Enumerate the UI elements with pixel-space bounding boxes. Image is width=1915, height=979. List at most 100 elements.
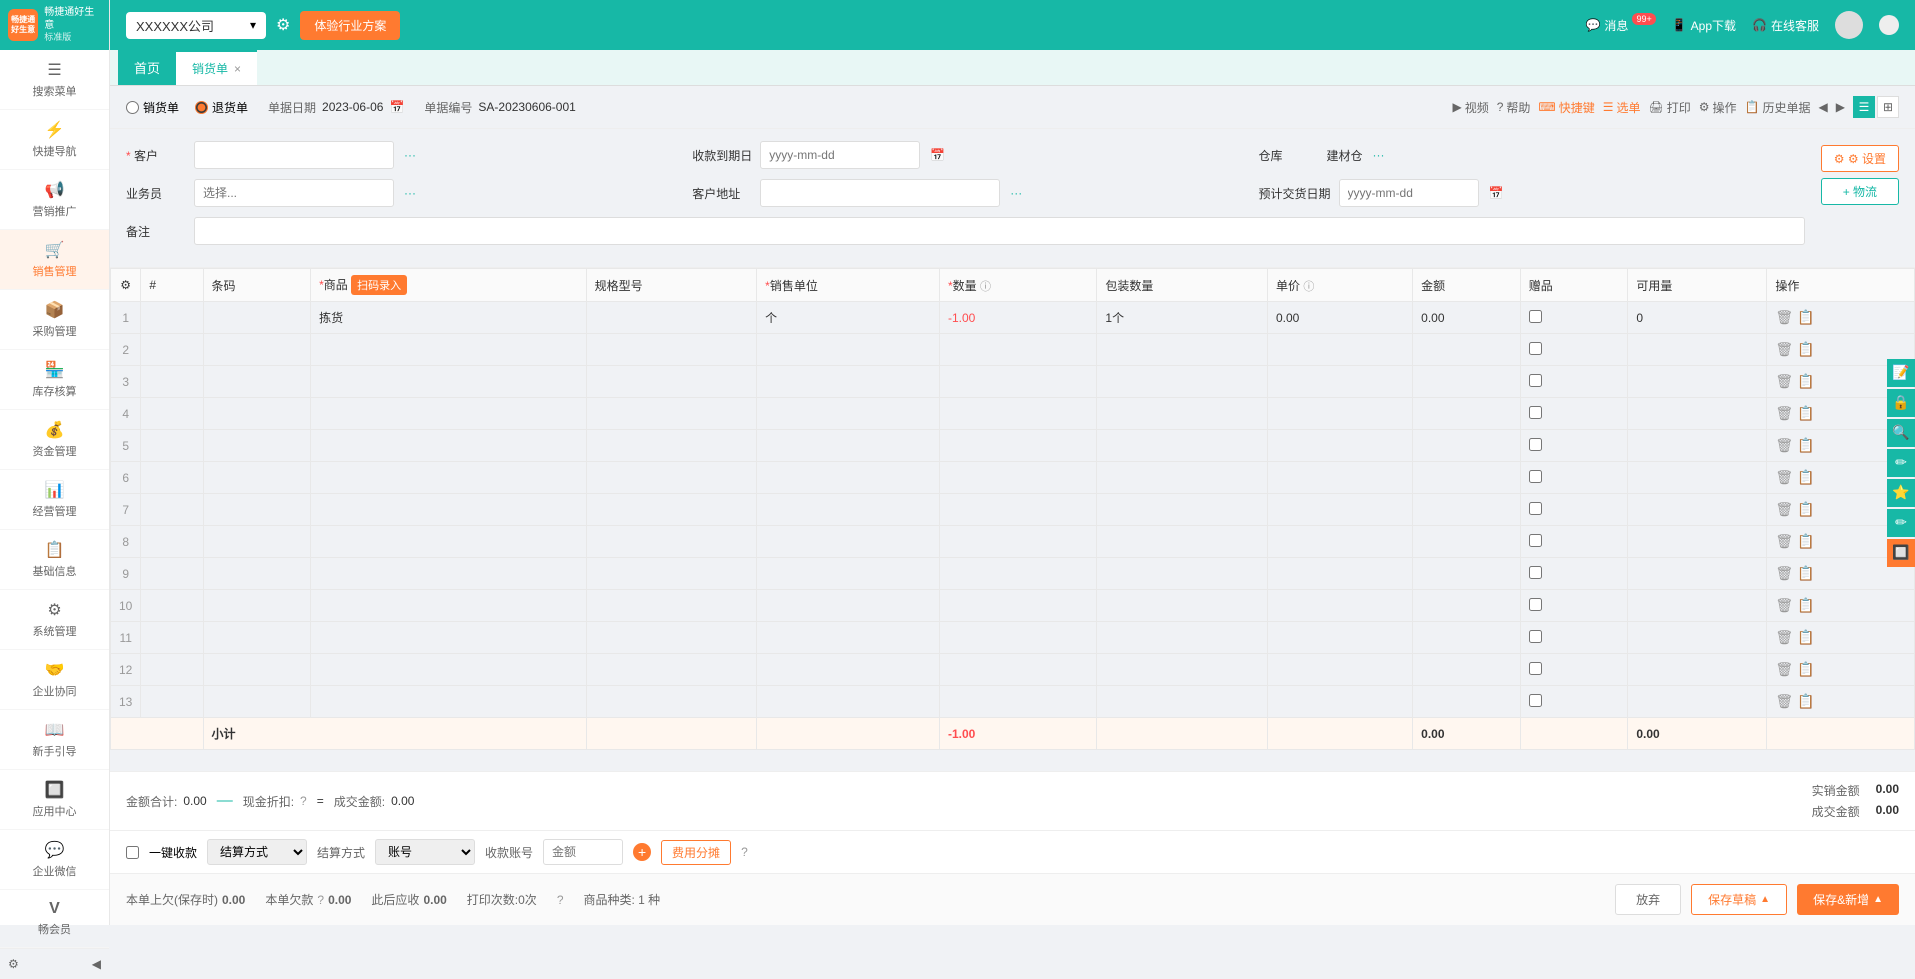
save-draft-button[interactable]: 保存草稿 ▲ — [1691, 884, 1787, 915]
logistics-button[interactable]: + 物流 — [1821, 178, 1899, 205]
calendar-icon[interactable]: 📅 — [389, 100, 404, 114]
delivery-calendar-icon[interactable]: 📅 — [1489, 186, 1504, 200]
next-icon[interactable]: ▶ — [1836, 100, 1845, 114]
operate-btn[interactable]: ⚙ 操作 — [1699, 99, 1737, 116]
float-lock-icon[interactable]: 🔒 — [1887, 389, 1915, 417]
copy-row-icon[interactable]: 📋 — [1797, 693, 1814, 710]
sidebar-item-sales[interactable]: 🛒 销售管理 — [0, 230, 109, 290]
user-avatar-2[interactable] — [1879, 15, 1899, 35]
expense-help-icon[interactable]: ? — [741, 845, 748, 859]
customer-more-icon[interactable]: ··· — [404, 148, 416, 162]
copy-row-icon[interactable]: 📋 — [1797, 469, 1814, 486]
delete-row-icon[interactable]: 🗑 — [1775, 501, 1793, 518]
sidebar-item-marketing[interactable]: 📢 营销推广 — [0, 170, 109, 230]
history-btn[interactable]: 📋 历史单据 — [1745, 99, 1811, 116]
sidebar-item-guide[interactable]: 📖 新手引导 — [0, 710, 109, 770]
add-payment-button[interactable]: + — [633, 843, 651, 861]
gift-checkbox[interactable] — [1529, 502, 1542, 515]
gift-checkbox[interactable] — [1529, 694, 1542, 707]
sidebar-collapse-icon[interactable]: ◀ — [92, 957, 101, 971]
grid-view-btn[interactable]: ⊞ — [1877, 96, 1899, 118]
settings-button[interactable]: ⚙ ⚙ 设置 — [1821, 145, 1899, 172]
total-owed-help-icon[interactable]: ? — [317, 893, 324, 907]
video-btn[interactable]: ▶ 视频 — [1452, 99, 1488, 116]
gift-checkbox[interactable] — [1529, 630, 1542, 643]
prev-icon[interactable]: ◀ — [1819, 100, 1828, 114]
delete-row-icon[interactable]: 🗑 — [1775, 373, 1793, 390]
copy-row-icon[interactable]: 📋 — [1797, 597, 1814, 614]
payment-amount-input[interactable] — [543, 839, 623, 865]
gift-checkbox[interactable] — [1529, 566, 1542, 579]
user-avatar[interactable] — [1835, 11, 1863, 39]
gift-checkbox[interactable] — [1529, 598, 1542, 611]
salesperson-input[interactable] — [194, 179, 394, 207]
help-btn[interactable]: ? 帮助 — [1497, 99, 1531, 116]
customer-address-input[interactable] — [760, 179, 1000, 207]
gift-checkbox[interactable] — [1529, 438, 1542, 451]
print-count-help-icon[interactable]: ? — [557, 893, 564, 907]
copy-row-icon[interactable]: 📋 — [1797, 437, 1814, 454]
select-btn[interactable]: ☰ 选单 — [1603, 99, 1641, 116]
sidebar-item-finance[interactable]: 💰 资金管理 — [0, 410, 109, 470]
delete-row-icon[interactable]: 🗑 — [1775, 309, 1793, 326]
gift-checkbox[interactable] — [1529, 406, 1542, 419]
payment-account-select[interactable]: 账号 — [375, 839, 475, 865]
delivery-date-input[interactable] — [1339, 179, 1479, 207]
float-orange-icon[interactable]: 🔲 — [1887, 539, 1915, 567]
payment-method-select[interactable]: 结算方式 — [207, 839, 307, 865]
copy-row-icon[interactable]: 📋 — [1797, 565, 1814, 582]
trial-button[interactable]: 体验行业方案 — [300, 11, 400, 40]
copy-row-icon[interactable]: 📋 — [1797, 629, 1814, 646]
sidebar-item-system[interactable]: ⚙ 系统管理 — [0, 590, 109, 650]
float-note-icon[interactable]: 📝 — [1887, 359, 1915, 387]
sidebar-item-enterprise[interactable]: 🤝 企业协同 — [0, 650, 109, 710]
copy-row-icon[interactable]: 📋 — [1797, 533, 1814, 550]
tab-sales-order[interactable]: 销货单 × — [176, 50, 257, 85]
cash-discount-help-icon[interactable]: ? — [300, 794, 307, 808]
sidebar-item-inventory[interactable]: 🏪 库存核算 — [0, 350, 109, 410]
scan-button[interactable]: 扫码录入 — [351, 275, 407, 295]
float-pen-icon[interactable]: ✏ — [1887, 509, 1915, 537]
discard-button[interactable]: 放弃 — [1615, 884, 1681, 915]
expense-split-button[interactable]: 费用分摊 — [661, 840, 731, 865]
sidebar-item-app-center[interactable]: 🔲 应用中心 — [0, 770, 109, 830]
sidebar-item-search[interactable]: ☰ 搜索菜单 — [0, 50, 109, 110]
collect-date-calendar-icon[interactable]: 📅 — [930, 148, 945, 162]
copy-row-icon[interactable]: 📋 — [1797, 373, 1814, 390]
shortcut-btn[interactable]: ⌨ 快捷键 — [1538, 99, 1594, 116]
sidebar-settings-icon[interactable]: ⚙ — [8, 957, 19, 971]
delete-row-icon[interactable]: 🗑 — [1775, 405, 1793, 422]
delete-row-icon[interactable]: 🗑 — [1775, 533, 1793, 550]
sidebar-item-member[interactable]: V 畅会员 — [0, 890, 109, 948]
delete-row-icon[interactable]: 🗑 — [1775, 629, 1793, 646]
delete-row-icon[interactable]: 🗑 — [1775, 565, 1793, 582]
delete-row-icon[interactable]: 🗑 — [1775, 341, 1793, 358]
sidebar-item-purchase[interactable]: 📦 采购管理 — [0, 290, 109, 350]
copy-row-icon[interactable]: 📋 — [1797, 341, 1814, 358]
delete-row-icon[interactable]: 🗑 — [1775, 469, 1793, 486]
copy-row-icon[interactable]: 📋 — [1797, 501, 1814, 518]
tab-close-icon[interactable]: × — [234, 62, 241, 76]
float-star-icon[interactable]: ⭐ — [1887, 479, 1915, 507]
sidebar-item-wechat[interactable]: 💬 企业微信 — [0, 830, 109, 890]
collect-date-input[interactable] — [760, 141, 920, 169]
save-new-button[interactable]: 保存&新增 ▲ — [1797, 884, 1899, 915]
address-more-icon[interactable]: ··· — [1010, 186, 1022, 200]
sidebar-item-basics[interactable]: 📋 基础信息 — [0, 530, 109, 590]
gift-checkbox[interactable] — [1529, 662, 1542, 675]
copy-row-icon[interactable]: 📋 — [1797, 661, 1814, 678]
gift-checkbox[interactable] — [1529, 310, 1542, 323]
online-service-item[interactable]: 🎧 在线客服 — [1752, 17, 1819, 34]
float-edit-icon[interactable]: ✏ — [1887, 449, 1915, 477]
delete-row-icon[interactable]: 🗑 — [1775, 661, 1793, 678]
gift-checkbox[interactable] — [1529, 470, 1542, 483]
customer-input[interactable] — [194, 141, 394, 169]
notification-item[interactable]: 💬 消息 99+ — [1585, 17, 1655, 34]
warehouse-more-icon[interactable]: ··· — [1373, 148, 1385, 162]
salesperson-more-icon[interactable]: ··· — [404, 186, 416, 200]
sidebar-item-quick-nav[interactable]: ⚡ 快捷导航 — [0, 110, 109, 170]
delete-row-icon[interactable]: 🗑 — [1775, 597, 1793, 614]
gift-checkbox[interactable] — [1529, 534, 1542, 547]
sales-order-radio[interactable]: 销货单 — [126, 99, 179, 116]
copy-row-icon[interactable]: 📋 — [1797, 309, 1814, 326]
